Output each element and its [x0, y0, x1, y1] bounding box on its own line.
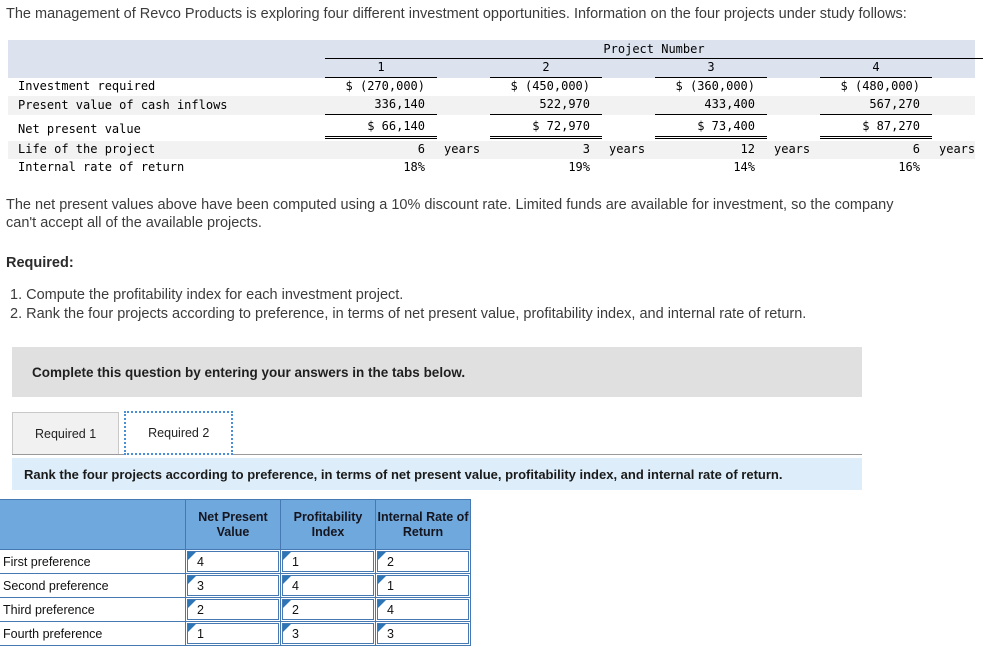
table-row-first-preference: First preference: [0, 549, 471, 574]
input-pi-second[interactable]: [282, 575, 374, 596]
projects-table-title-row: Project Number: [8, 40, 983, 59]
required-item-1: 1. Compute the profitability index for e…: [10, 287, 404, 303]
row-pv-cash-inflows: Present value of cash inflows 336,140 52…: [8, 96, 975, 115]
ranking-header-empty: [0, 499, 186, 550]
col-number-3: 3: [655, 59, 767, 78]
note-text: The net present values above have been c…: [6, 197, 894, 231]
table-row-third-preference: Third preference: [0, 597, 471, 622]
input-npv-third[interactable]: [187, 599, 279, 620]
input-npv-fourth[interactable]: [187, 623, 279, 644]
projects-table-colnums-row: 1 2 3 4: [8, 59, 975, 78]
row-investment-required: Investment required $ (270,000) $ (450,0…: [18, 79, 920, 93]
tab-required-1[interactable]: Required 1: [12, 412, 120, 454]
col-number-1: 1: [325, 59, 437, 78]
projects-table: Project Number 1 2 3 4 Investment requir…: [8, 40, 983, 177]
row-internal-rate-of-return: Internal rate of return 18% 19% 14% 16%: [18, 160, 920, 174]
tab-required-2[interactable]: Required 2: [124, 411, 234, 455]
col-number-2: 2: [490, 59, 602, 78]
col-header-net-present-value: Net Present Value: [185, 499, 281, 550]
required-heading: Required:: [6, 255, 74, 271]
ranking-header-row: Net Present Value Profitability Index In…: [0, 499, 471, 550]
table-row-second-preference: Second preference: [0, 573, 471, 598]
question-prompt-banner: Rank the four projects according to pref…: [12, 458, 862, 490]
panel-instruction-banner: Complete this question by entering your …: [12, 347, 862, 397]
required-item-2: 2. Rank the four projects according to p…: [10, 305, 807, 322]
col-header-internal-rate-of-return: Internal Rate of Return: [375, 499, 471, 550]
project-number-header: Project Number: [325, 40, 983, 59]
row-label: First preference: [0, 549, 186, 574]
input-npv-second[interactable]: [187, 575, 279, 596]
required-list: 1. Compute the profitability index for e…: [10, 286, 985, 323]
input-irr-fourth[interactable]: [377, 623, 469, 644]
input-pi-third[interactable]: [282, 599, 374, 620]
row-label: Second preference: [0, 573, 186, 598]
intro-text: The management of Revco Products is expl…: [6, 6, 907, 22]
preference-ranking-table: Net Present Value Profitability Index In…: [0, 499, 471, 646]
tab-bar: Required 1 Required 2: [12, 411, 862, 455]
col-header-profitability-index: Profitability Index: [280, 499, 376, 550]
row-net-present-value: Net present value $ 66,140 $ 72,970 $ 73…: [8, 115, 975, 139]
input-irr-third[interactable]: [377, 599, 469, 620]
row-life-of-project: Life of the project 6 years 3 years 12 year…: [8, 141, 975, 159]
row-label: Third preference: [0, 597, 186, 622]
input-pi-first[interactable]: [282, 551, 374, 572]
input-npv-first[interactable]: [187, 551, 279, 572]
input-pi-fourth[interactable]: [282, 623, 374, 644]
col-number-4: 4: [820, 59, 932, 78]
input-irr-second[interactable]: [377, 575, 469, 596]
answer-panel: Complete this question by entering your …: [12, 347, 862, 490]
input-irr-first[interactable]: [377, 551, 469, 572]
